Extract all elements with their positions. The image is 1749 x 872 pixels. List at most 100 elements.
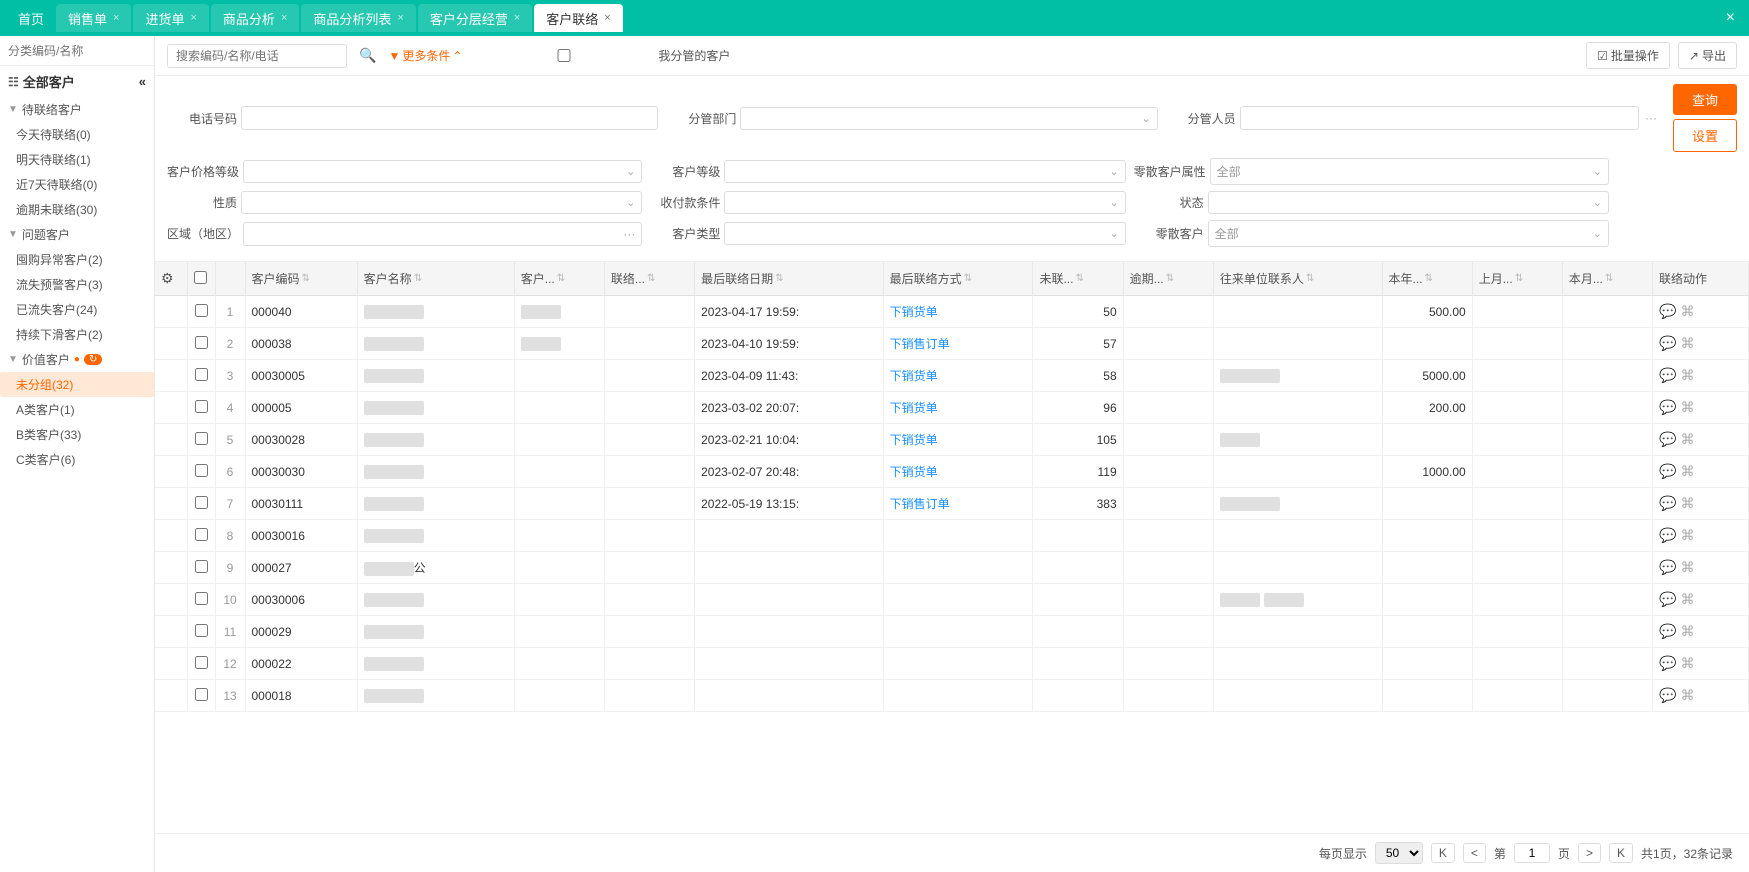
comment-icon[interactable]: 💬 bbox=[1659, 367, 1676, 384]
last-page-button[interactable]: K bbox=[1609, 843, 1633, 863]
grid-action-icon[interactable]: ⌘ bbox=[1680, 559, 1694, 576]
nav-tab-customer-contact[interactable]: 客户联络 × bbox=[534, 4, 622, 32]
batch-operation-button[interactable]: ☑ 批量操作 bbox=[1586, 42, 1670, 69]
close-icon[interactable]: × bbox=[604, 12, 610, 24]
status-select[interactable]: ⌄ bbox=[1208, 191, 1609, 214]
nav-home[interactable]: 首页 bbox=[8, 9, 54, 28]
reset-button[interactable]: 设置 bbox=[1673, 119, 1737, 152]
last-way-link[interactable]: 下销货单 bbox=[890, 401, 938, 415]
nav-tab-purchase[interactable]: 进货单 × bbox=[133, 4, 208, 32]
sidebar-item-declining[interactable]: 持续下滑客户(2) bbox=[0, 322, 154, 347]
row-checkbox[interactable] bbox=[195, 464, 208, 477]
search-input[interactable] bbox=[167, 44, 347, 68]
comment-icon[interactable]: 💬 bbox=[1659, 431, 1676, 448]
row-checkbox[interactable] bbox=[195, 304, 208, 317]
last-way-link[interactable]: 下销货单 bbox=[890, 305, 938, 319]
comment-icon[interactable]: 💬 bbox=[1659, 335, 1676, 352]
sidebar-item-b-class[interactable]: B类客户(33) bbox=[0, 422, 154, 447]
comment-icon[interactable]: 💬 bbox=[1659, 655, 1676, 672]
next-page-button[interactable]: > bbox=[1578, 843, 1601, 863]
query-button[interactable]: 查询 bbox=[1673, 84, 1737, 115]
grid-action-icon[interactable]: ⌘ bbox=[1680, 591, 1694, 608]
sidebar-item-tomorrow[interactable]: 明天待联络(1) bbox=[0, 147, 154, 172]
nav-tab-customer-tier[interactable]: 客户分层经营 × bbox=[418, 4, 532, 32]
sidebar-collapse-button[interactable]: « bbox=[139, 74, 146, 89]
comment-icon[interactable]: 💬 bbox=[1659, 687, 1676, 704]
comment-icon[interactable]: 💬 bbox=[1659, 463, 1676, 480]
grid-action-icon[interactable]: ⌘ bbox=[1680, 655, 1694, 672]
more-icon[interactable]: ··· bbox=[623, 227, 635, 241]
filter-search-icon[interactable]: 🔍 bbox=[359, 47, 376, 64]
grid-action-icon[interactable]: ⌘ bbox=[1680, 303, 1694, 320]
region-select[interactable]: ··· bbox=[243, 222, 642, 246]
select-all-checkbox[interactable] bbox=[194, 271, 207, 284]
price-level-select[interactable]: ⌄ bbox=[243, 160, 642, 183]
close-icon[interactable]: × bbox=[281, 12, 287, 24]
customer-type-select[interactable]: ⌄ bbox=[724, 222, 1125, 245]
sidebar-item-today[interactable]: 今天待联络(0) bbox=[0, 122, 154, 147]
per-page-select[interactable]: 50 bbox=[1375, 842, 1423, 864]
sidebar-item-ungroup[interactable]: 未分组(32) bbox=[0, 372, 154, 397]
sidebar-item-churned[interactable]: 已流失客户(24) bbox=[0, 297, 154, 322]
scatter-customer-select[interactable]: 全部 ⌄ bbox=[1208, 220, 1609, 247]
close-icon[interactable]: × bbox=[397, 12, 403, 24]
sidebar-item-7days[interactable]: 近7天待联络(0) bbox=[0, 172, 154, 197]
phone-input[interactable] bbox=[241, 106, 658, 130]
table-settings-icon[interactable]: ⚙ bbox=[161, 270, 174, 286]
comment-icon[interactable]: 💬 bbox=[1659, 591, 1676, 608]
sidebar-item-hoarding[interactable]: 囤购异常客户(2) bbox=[0, 247, 154, 272]
sidebar-search-input[interactable] bbox=[8, 44, 155, 58]
row-checkbox[interactable] bbox=[195, 656, 208, 669]
row-checkbox[interactable] bbox=[195, 560, 208, 573]
sidebar-item-a-class[interactable]: A类客户(1) bbox=[0, 397, 154, 422]
sidebar-item-overdue[interactable]: 逾期未联络(30) bbox=[0, 197, 154, 222]
row-checkbox[interactable] bbox=[195, 368, 208, 381]
my-customers-checkbox[interactable] bbox=[474, 49, 654, 62]
comment-icon[interactable]: 💬 bbox=[1659, 495, 1676, 512]
nav-tab-analysis[interactable]: 商品分析 × bbox=[211, 4, 299, 32]
row-checkbox[interactable] bbox=[195, 400, 208, 413]
row-checkbox[interactable] bbox=[195, 528, 208, 541]
last-way-link[interactable]: 下销货单 bbox=[890, 465, 938, 479]
close-icon[interactable]: × bbox=[113, 12, 119, 24]
window-close-button[interactable]: × bbox=[1720, 9, 1741, 27]
comment-icon[interactable]: 💬 bbox=[1659, 527, 1676, 544]
grid-action-icon[interactable]: ⌘ bbox=[1680, 495, 1694, 512]
grid-action-icon[interactable]: ⌘ bbox=[1680, 687, 1694, 704]
payment-terms-select[interactable]: ⌄ bbox=[724, 191, 1125, 214]
last-way-link[interactable]: 下销货单 bbox=[890, 369, 938, 383]
comment-icon[interactable]: 💬 bbox=[1659, 559, 1676, 576]
prev-page-button[interactable]: < bbox=[1463, 843, 1486, 863]
close-icon[interactable]: × bbox=[190, 12, 196, 24]
row-checkbox[interactable] bbox=[195, 336, 208, 349]
row-checkbox[interactable] bbox=[195, 496, 208, 509]
scatter-attr-select[interactable]: 全部 ⌄ bbox=[1210, 158, 1609, 185]
dept-select[interactable]: ⌄ bbox=[740, 107, 1157, 130]
grid-action-icon[interactable]: ⌘ bbox=[1680, 335, 1694, 352]
grid-action-icon[interactable]: ⌘ bbox=[1680, 527, 1694, 544]
my-customers-checkbox-label[interactable]: 我分管的客户 bbox=[474, 47, 730, 64]
more-conditions-button[interactable]: ▼ 更多条件 ⌃ bbox=[388, 47, 462, 64]
close-icon[interactable]: × bbox=[514, 12, 520, 24]
comment-icon[interactable]: 💬 bbox=[1659, 303, 1676, 320]
nav-tab-analysis-list[interactable]: 商品分析列表 × bbox=[301, 4, 415, 32]
comment-icon[interactable]: 💬 bbox=[1659, 399, 1676, 416]
more-icon[interactable]: ··· bbox=[1645, 111, 1657, 125]
row-checkbox[interactable] bbox=[195, 624, 208, 637]
comment-icon[interactable]: 💬 bbox=[1659, 623, 1676, 640]
row-checkbox[interactable] bbox=[195, 688, 208, 701]
export-button[interactable]: ↗ 导出 bbox=[1678, 42, 1737, 69]
first-page-button[interactable]: K bbox=[1431, 843, 1455, 863]
sidebar-item-c-class[interactable]: C类客户(6) bbox=[0, 447, 154, 472]
nature-select[interactable]: ⌄ bbox=[241, 191, 642, 214]
grid-action-icon[interactable]: ⌘ bbox=[1680, 431, 1694, 448]
grid-action-icon[interactable]: ⌘ bbox=[1680, 463, 1694, 480]
last-way-link[interactable]: 下销货单 bbox=[890, 433, 938, 447]
grid-action-icon[interactable]: ⌘ bbox=[1680, 367, 1694, 384]
last-way-link[interactable]: 下销售订单 bbox=[890, 497, 950, 511]
customer-level-select[interactable]: ⌄ bbox=[724, 160, 1125, 183]
row-checkbox[interactable] bbox=[195, 592, 208, 605]
sidebar-all-customers[interactable]: ☷ 全部客户 « bbox=[0, 66, 154, 97]
manager-input[interactable] bbox=[1240, 106, 1639, 130]
nav-tab-sales[interactable]: 销售单 × bbox=[56, 4, 131, 32]
